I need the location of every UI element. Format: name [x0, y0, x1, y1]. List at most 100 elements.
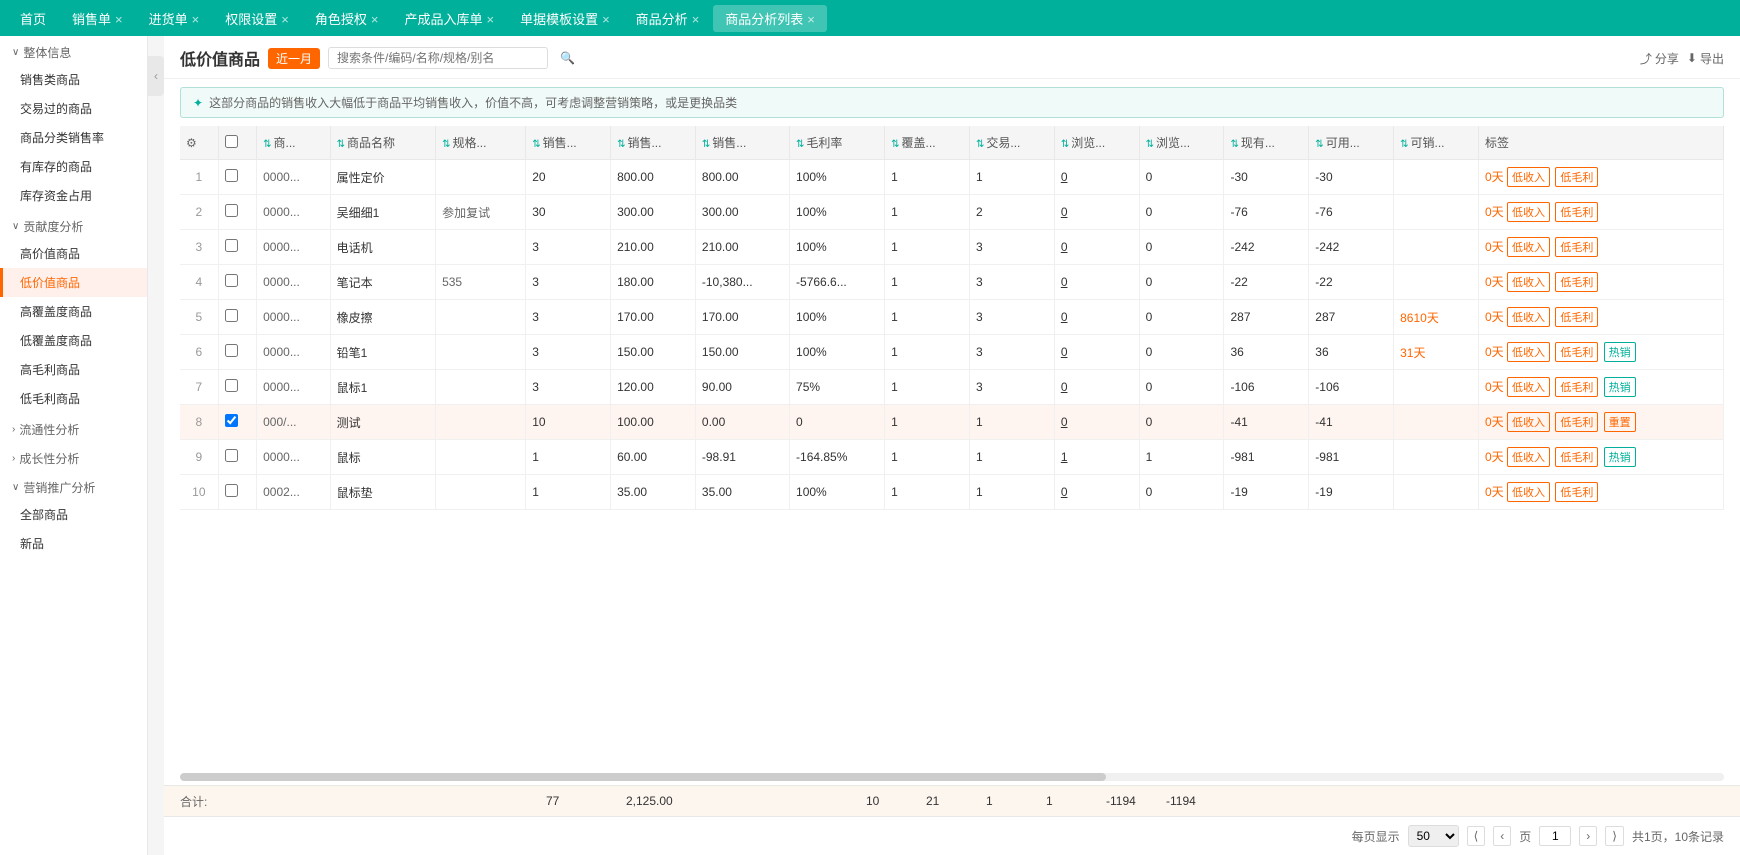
tag-low-revenue: 低收入 — [1507, 482, 1550, 502]
views-link[interactable]: 0 — [1061, 415, 1068, 429]
sidebar-section-整体信息[interactable]: ∨ 整体信息 — [0, 36, 147, 65]
horizontal-scrollbar[interactable] — [180, 773, 1724, 781]
nav-item-产成品入库单[interactable]: 产成品入库单× — [392, 5, 506, 32]
tag-low-revenue: 低收入 — [1507, 272, 1550, 292]
nav-item-单据模板设置[interactable]: 单据模板设置× — [508, 5, 622, 32]
sidebar-item-低覆盖度商品[interactable]: 低覆盖度商品 — [0, 326, 147, 355]
close-tab-icon[interactable]: × — [371, 12, 379, 27]
row-views1[interactable]: 1 — [1054, 440, 1139, 475]
row-views1[interactable]: 0 — [1054, 265, 1139, 300]
last-page-button[interactable]: ⟩ — [1605, 826, 1624, 846]
close-tab-icon[interactable]: × — [602, 12, 610, 27]
views-link[interactable]: 0 — [1061, 240, 1068, 254]
views-link[interactable]: 0 — [1061, 275, 1068, 289]
row-views1[interactable]: 0 — [1054, 230, 1139, 265]
row-transactions: 1 — [969, 440, 1054, 475]
search-icon[interactable]: 🔍 — [560, 51, 575, 65]
row-sales-price: 120.00 — [611, 370, 696, 405]
row-views1[interactable]: 0 — [1054, 300, 1139, 335]
row-checkbox[interactable] — [218, 195, 256, 230]
sidebar-item-有库存的商品[interactable]: 有库存的商品 — [0, 152, 147, 181]
views-link[interactable]: 0 — [1061, 380, 1068, 394]
sidebar-section-成长性分析[interactable]: › 成长性分析 — [0, 442, 147, 471]
close-tab-icon[interactable]: × — [281, 12, 289, 27]
row-checkbox[interactable] — [218, 370, 256, 405]
row-gross-rate: 75% — [790, 370, 885, 405]
row-checkbox[interactable] — [218, 335, 256, 370]
row-tags: 0天 低收入 低毛利 — [1478, 265, 1723, 300]
sidebar-item-低价值商品[interactable]: 低价值商品 — [0, 268, 147, 297]
views-link[interactable]: 0 — [1061, 170, 1068, 184]
select-all-checkbox[interactable] — [225, 135, 238, 148]
sidebar-item-高覆盖度商品[interactable]: 高覆盖度商品 — [0, 297, 147, 326]
sidebar-item-销售类商品[interactable]: 销售类商品 — [0, 65, 147, 94]
sidebar-section-流通性分析[interactable]: › 流通性分析 — [0, 413, 147, 442]
nav-item-角色授权[interactable]: 角色授权× — [303, 5, 391, 32]
nav-item-首页[interactable]: 首页 — [8, 5, 58, 32]
views-link[interactable]: 0 — [1061, 345, 1068, 359]
nav-item-进货单[interactable]: 进货单× — [137, 5, 212, 32]
date-filter-button[interactable]: 近一月 — [268, 48, 320, 69]
sidebar-section-贡献度分析[interactable]: ∨ 贡献度分析 — [0, 210, 147, 239]
row-checkbox[interactable] — [218, 230, 256, 265]
nav-item-权限设置[interactable]: 权限设置× — [213, 5, 301, 32]
views-link[interactable]: 0 — [1061, 310, 1068, 324]
row-checkbox[interactable] — [218, 475, 256, 510]
col-settings[interactable]: ⚙ — [180, 126, 218, 160]
row-views1[interactable]: 0 — [1054, 405, 1139, 440]
row-select-checkbox[interactable] — [225, 484, 238, 497]
sidebar-section-营销推广分析[interactable]: ∨ 营销推广分析 — [0, 471, 147, 500]
row-checkbox[interactable] — [218, 440, 256, 475]
table-row: 9 0000... 鼠标 1 60.00 -98.91 -164.85% 1 1… — [180, 440, 1724, 475]
close-tab-icon[interactable]: × — [692, 12, 700, 27]
sidebar-item-交易过的商品[interactable]: 交易过的商品 — [0, 94, 147, 123]
close-tab-icon[interactable]: × — [115, 12, 123, 27]
views-link[interactable]: 1 — [1061, 450, 1068, 464]
views-link[interactable]: 0 — [1061, 485, 1068, 499]
page-input[interactable] — [1539, 826, 1571, 846]
close-tab-icon[interactable]: × — [807, 12, 815, 27]
section-arrow-icon: ∨ — [12, 47, 19, 58]
prev-page-button[interactable]: ‹ — [1493, 826, 1511, 846]
search-input[interactable] — [328, 47, 548, 69]
row-select-checkbox[interactable] — [225, 344, 238, 357]
next-page-button[interactable]: › — [1579, 826, 1597, 846]
row-select-checkbox[interactable] — [225, 274, 238, 287]
table-body: 1 0000... 属性定价 20 800.00 800.00 100% 1 1… — [180, 160, 1724, 510]
sidebar-item-商品分类销售率[interactable]: 商品分类销售率 — [0, 123, 147, 152]
close-tab-icon[interactable]: × — [192, 12, 200, 27]
page-size-select[interactable]: 50 100 200 — [1408, 825, 1459, 847]
sidebar-item-低毛利商品[interactable]: 低毛利商品 — [0, 384, 147, 413]
row-select-checkbox[interactable] — [225, 169, 238, 182]
row-select-checkbox[interactable] — [225, 239, 238, 252]
row-views1[interactable]: 0 — [1054, 335, 1139, 370]
row-checkbox[interactable] — [218, 160, 256, 195]
export-button[interactable]: ⬇ 导出 — [1687, 50, 1724, 67]
views-link[interactable]: 0 — [1061, 205, 1068, 219]
row-views1[interactable]: 0 — [1054, 160, 1139, 195]
row-checkbox[interactable] — [218, 405, 256, 440]
row-views1[interactable]: 0 — [1054, 195, 1139, 230]
nav-item-商品分析列表[interactable]: 商品分析列表× — [713, 5, 827, 32]
row-select-checkbox[interactable] — [225, 449, 238, 462]
first-page-button[interactable]: ⟨ — [1467, 826, 1486, 846]
row-checkbox[interactable] — [218, 300, 256, 335]
row-select-checkbox[interactable] — [225, 379, 238, 392]
sidebar-item-全部商品[interactable]: 全部商品 — [0, 500, 147, 529]
row-transactions: 3 — [969, 265, 1054, 300]
row-select-checkbox[interactable] — [225, 414, 238, 427]
close-tab-icon[interactable]: × — [486, 12, 494, 27]
row-views1[interactable]: 0 — [1054, 475, 1139, 510]
sidebar-collapse-button[interactable]: ‹ — [148, 56, 164, 96]
row-select-checkbox[interactable] — [225, 309, 238, 322]
nav-item-商品分析[interactable]: 商品分析× — [624, 5, 712, 32]
row-checkbox[interactable] — [218, 265, 256, 300]
row-views1[interactable]: 0 — [1054, 370, 1139, 405]
share-button[interactable]: ⤴ 分享 — [1640, 50, 1679, 67]
sidebar-item-新品[interactable]: 新品 — [0, 529, 147, 558]
sidebar-item-高毛利商品[interactable]: 高毛利商品 — [0, 355, 147, 384]
sidebar-item-高价值商品[interactable]: 高价值商品 — [0, 239, 147, 268]
row-select-checkbox[interactable] — [225, 204, 238, 217]
nav-item-销售单[interactable]: 销售单× — [60, 5, 135, 32]
sidebar-item-库存资金占用[interactable]: 库存资金占用 — [0, 181, 147, 210]
